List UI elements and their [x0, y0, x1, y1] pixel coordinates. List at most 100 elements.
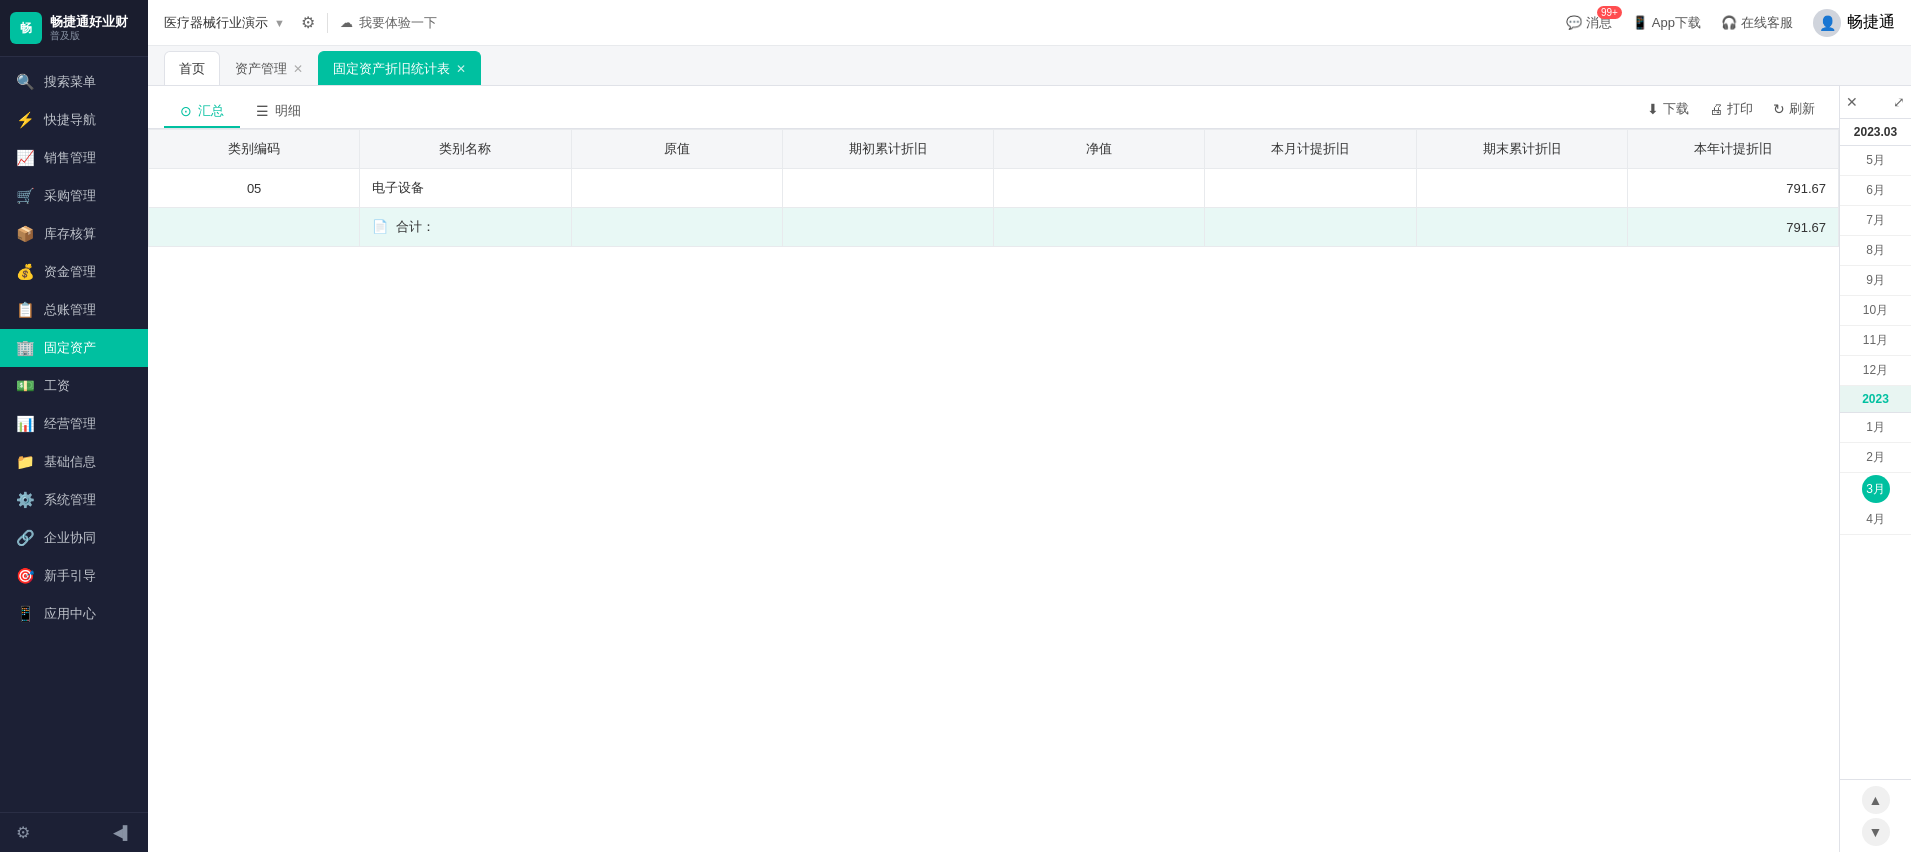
- month-item-11[interactable]: 11月: [1840, 326, 1911, 356]
- side-panel-month-list: 5月 6月 7月 8月 9月 10月 11月 12月 2023 1月 2月 3月…: [1840, 146, 1911, 779]
- tab-fixed-asset-depreciation[interactable]: 固定资产折旧统计表 ✕: [318, 51, 481, 85]
- total-label-cell: [149, 208, 360, 247]
- side-panel: ✕ ⤢ 2023.03 5月 6月 7月 8月 9月 10月 11月 12月 2…: [1839, 86, 1911, 852]
- total-icon: 📄: [372, 219, 388, 234]
- col-category-name: 类别名称: [360, 130, 571, 169]
- sidebar-icon-purchase: 🛒: [16, 187, 34, 205]
- subtab-summary[interactable]: ⊙ 汇总: [164, 96, 240, 128]
- avatar: 👤: [1813, 9, 1841, 37]
- sidebar-label-app-center: 应用中心: [44, 605, 96, 623]
- month-item-9[interactable]: 9月: [1840, 266, 1911, 296]
- sidebar-icon-sales: 📈: [16, 149, 34, 167]
- col-category-code: 类别编码: [149, 130, 360, 169]
- side-panel-expand-btn[interactable]: ⤢: [1893, 94, 1905, 110]
- col-period-end-accumulated-depreciation: 期末累计折旧: [1416, 130, 1627, 169]
- month-item-8[interactable]: 8月: [1840, 236, 1911, 266]
- sidebar-icon-ledger: 📋: [16, 301, 34, 319]
- side-panel-up-btn[interactable]: ▲: [1862, 786, 1890, 814]
- sidebar-item-payroll[interactable]: 💵 工资: [0, 367, 148, 405]
- sidebar-item-base-info[interactable]: 📁 基础信息: [0, 443, 148, 481]
- cell-current-year: 791.67: [1627, 169, 1838, 208]
- sidebar-item-quick-nav[interactable]: ⚡ 快捷导航: [0, 101, 148, 139]
- sidebar-item-purchase[interactable]: 🛒 采购管理: [0, 177, 148, 215]
- total-original-value: [571, 208, 782, 247]
- sidebar-item-guide[interactable]: 🎯 新手引导: [0, 557, 148, 595]
- download-btn[interactable]: ⬇ 下载: [1639, 96, 1697, 122]
- sidebar-icon-funds: 💰: [16, 263, 34, 281]
- month-item-4[interactable]: 4月: [1840, 505, 1911, 535]
- messages-badge: 99+: [1597, 6, 1622, 19]
- cell-category-name: 电子设备: [360, 169, 571, 208]
- tab-asset-management-close[interactable]: ✕: [293, 63, 303, 75]
- tab-asset-management[interactable]: 资产管理 ✕: [220, 51, 318, 85]
- subtab-summary-label: 汇总: [198, 102, 224, 120]
- cell-net-value: [994, 169, 1205, 208]
- side-panel-footer: ▲ ▼: [1840, 779, 1911, 852]
- cell-current-month: [1205, 169, 1416, 208]
- refresh-btn[interactable]: ↻ 刷新: [1765, 96, 1823, 122]
- refresh-label: 刷新: [1789, 100, 1815, 118]
- logo-main: 畅捷通好业财: [50, 14, 128, 30]
- sidebar-item-ledger[interactable]: 📋 总账管理: [0, 291, 148, 329]
- month-item-1[interactable]: 1月: [1840, 413, 1911, 443]
- sidebar-label-search: 搜索菜单: [44, 73, 96, 91]
- tab-fixed-asset-depreciation-close[interactable]: ✕: [456, 63, 466, 75]
- sidebar-label-funds: 资金管理: [44, 263, 96, 281]
- print-btn[interactable]: 🖨 打印: [1701, 96, 1761, 122]
- tab-home[interactable]: 首页: [164, 51, 220, 85]
- settings-icon[interactable]: ⚙: [16, 823, 30, 842]
- sidebar-item-system[interactable]: ⚙️ 系统管理: [0, 481, 148, 519]
- sidebar-label-operations: 经营管理: [44, 415, 96, 433]
- month-item-10[interactable]: 10月: [1840, 296, 1911, 326]
- total-label: 合计：: [396, 219, 435, 234]
- company-name: 医疗器械行业演示: [164, 14, 268, 32]
- messages-btn[interactable]: 💬 消息 99+: [1566, 14, 1612, 32]
- topbar: 医疗器械行业演示 ▼ ⚙ ☁ 我要体验一下 💬 消息 99+ 📱 App下载 🎧…: [148, 0, 1911, 46]
- total-period-end: [1416, 208, 1627, 247]
- month-item-7[interactable]: 7月: [1840, 206, 1911, 236]
- experience-btn[interactable]: ☁ 我要体验一下: [340, 14, 437, 32]
- sidebar-item-funds[interactable]: 💰 资金管理: [0, 253, 148, 291]
- month-item-3-active[interactable]: 3月: [1862, 475, 1890, 503]
- tab-asset-management-label: 资产管理: [235, 60, 287, 78]
- collapse-icon[interactable]: ◀▌: [113, 825, 132, 840]
- company-dropdown-arrow: ▼: [274, 17, 285, 29]
- sidebar-item-sales[interactable]: 📈 销售管理: [0, 139, 148, 177]
- sidebar-icon-search: 🔍: [16, 73, 34, 91]
- side-panel-down-btn[interactable]: ▼: [1862, 818, 1890, 846]
- sidebar-icon-base-info: 📁: [16, 453, 34, 471]
- sidebar-item-enterprise[interactable]: 🔗 企业协同: [0, 519, 148, 557]
- sidebar-item-operations[interactable]: 📊 经营管理: [0, 405, 148, 443]
- sidebar-icon-payroll: 💵: [16, 377, 34, 395]
- messages-icon: 💬: [1566, 15, 1582, 30]
- experience-icon: ☁: [340, 15, 353, 30]
- month-item-5[interactable]: 5月: [1840, 146, 1911, 176]
- sidebar-icon-fixed-assets: 🏢: [16, 339, 34, 357]
- sidebar-item-inventory[interactable]: 📦 库存核算: [0, 215, 148, 253]
- month-item-12[interactable]: 12月: [1840, 356, 1911, 386]
- print-icon: 🖨: [1709, 101, 1723, 117]
- sidebar-icon-operations: 📊: [16, 415, 34, 433]
- company-selector[interactable]: 医疗器械行业演示 ▼: [164, 14, 285, 32]
- user-menu[interactable]: 👤 畅捷通: [1813, 9, 1895, 37]
- sidebar-footer: ⚙ ◀▌: [0, 812, 148, 852]
- online-support-btn[interactable]: 🎧 在线客服: [1721, 14, 1793, 32]
- sidebar-item-fixed-assets[interactable]: 🏢 固定资产: [0, 329, 148, 367]
- month-item-6[interactable]: 6月: [1840, 176, 1911, 206]
- app-download-btn[interactable]: 📱 App下载: [1632, 14, 1701, 32]
- topbar-settings-icon[interactable]: ⚙: [301, 13, 315, 32]
- side-panel-close-btn[interactable]: ✕: [1846, 94, 1858, 110]
- sidebar-label-purchase: 采购管理: [44, 187, 96, 205]
- subtab-detail[interactable]: ☰ 明细: [240, 96, 317, 128]
- sidebar: 畅 畅捷通好业财 普及版 🔍 搜索菜单 ⚡ 快捷导航 📈 销售管理 🛒 采购管理…: [0, 0, 148, 852]
- month-item-2[interactable]: 2月: [1840, 443, 1911, 473]
- subtab-detail-label: 明细: [275, 102, 301, 120]
- download-icon: ⬇: [1647, 101, 1659, 117]
- refresh-icon: ↻: [1773, 101, 1785, 117]
- cell-period-end: [1416, 169, 1627, 208]
- sidebar-item-search[interactable]: 🔍 搜索菜单: [0, 63, 148, 101]
- sidebar-item-app-center[interactable]: 📱 应用中心: [0, 595, 148, 633]
- subtab-bar: ⊙ 汇总 ☰ 明细 ⬇ 下载 🖨 打印: [148, 86, 1839, 129]
- sidebar-icon-app-center: 📱: [16, 605, 34, 623]
- col-original-value: 原值: [571, 130, 782, 169]
